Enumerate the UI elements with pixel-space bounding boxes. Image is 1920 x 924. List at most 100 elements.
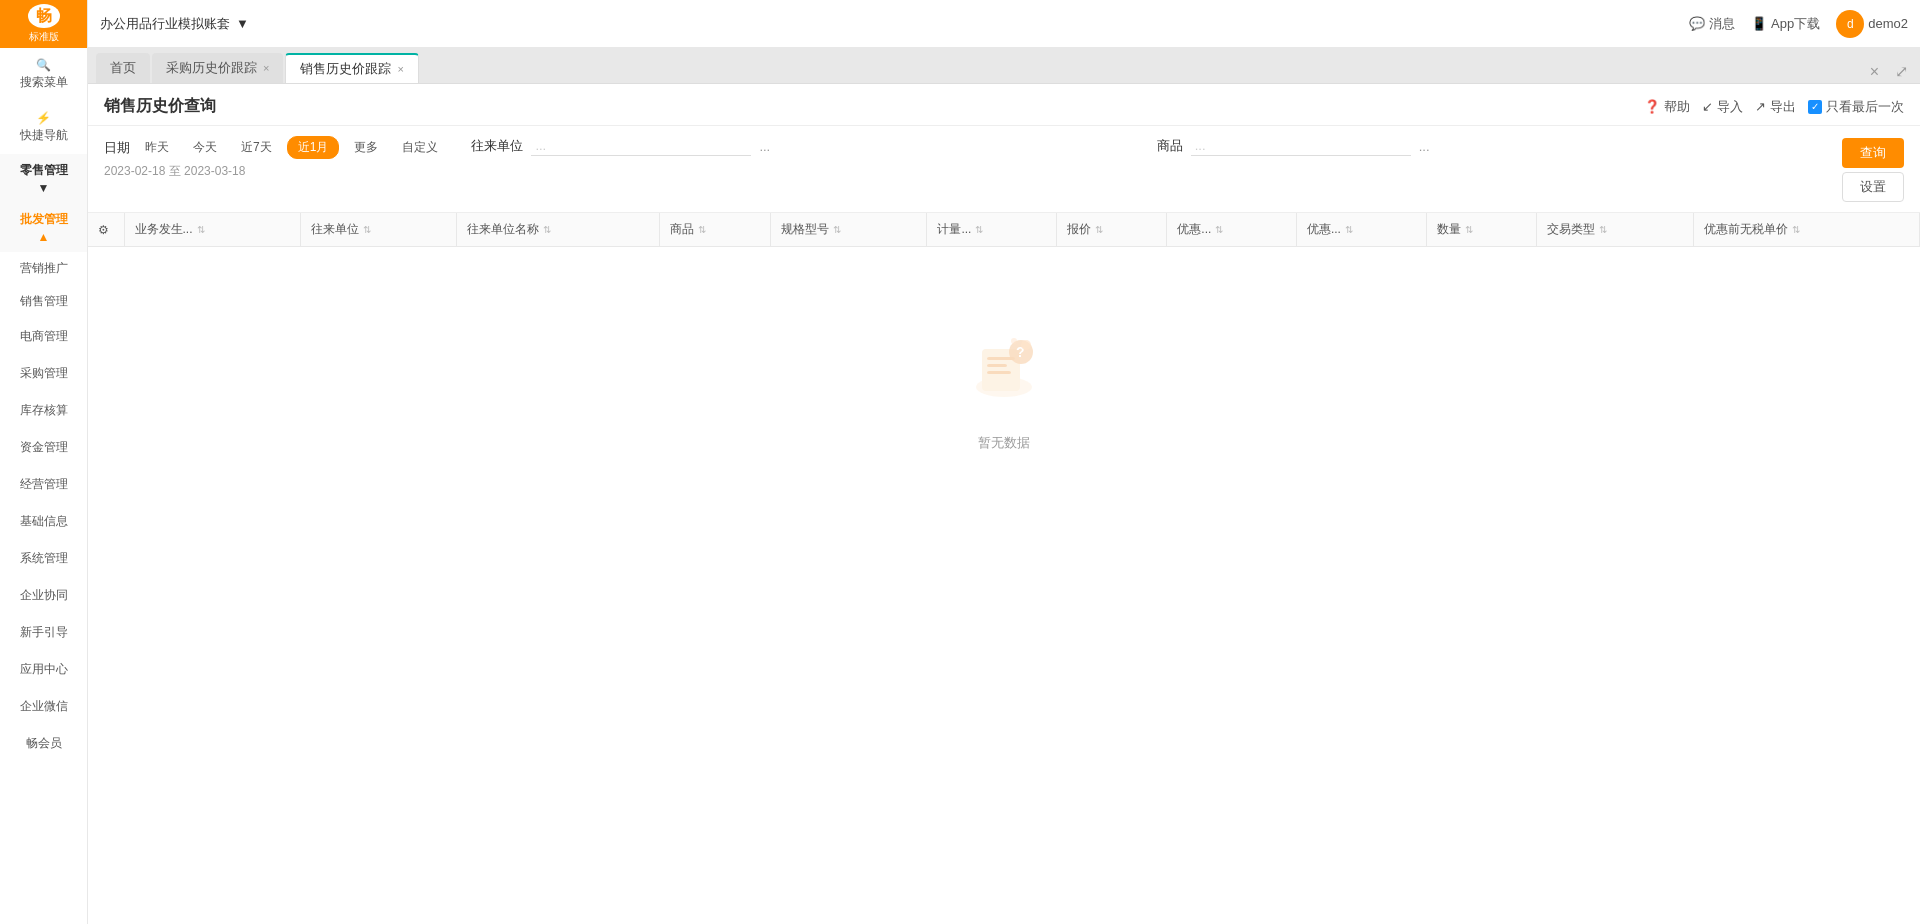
tab-sales-history[interactable]: 销售历史价跟踪 × <box>285 53 418 83</box>
table-container: ⚙ 业务发生... ⇅ 往来单位 ⇅ <box>88 213 1920 924</box>
sidebar-item-wechat[interactable]: 企业微信 <box>0 688 87 725</box>
wholesale-label: 批发管理 <box>20 211 68 228</box>
th-partner-name-label: 往来单位名称 <box>467 221 539 238</box>
sort-quote-icon: ⇅ <box>1095 224 1103 235</box>
inventory-label: 库存核算 <box>20 402 68 419</box>
sidebar-item-retail[interactable]: 零售管理 ▼ <box>0 154 87 203</box>
tab-sales-close-icon[interactable]: × <box>397 63 403 75</box>
sidebar-item-inventory[interactable]: 库存核算 <box>0 392 87 429</box>
th-trade-type[interactable]: 交易类型 ⇅ <box>1536 213 1693 247</box>
sidebar-item-enterprise-collab[interactable]: 企业协同 <box>0 577 87 614</box>
app-download-button[interactable]: 📱 App下载 <box>1751 15 1820 33</box>
sort-biz-date-icon: ⇅ <box>197 224 205 235</box>
partner-dots-button[interactable]: ... <box>759 139 770 154</box>
goods-input[interactable] <box>1191 136 1411 156</box>
filter-row: 日期 昨天 今天 近7天 近1月 更多 自定义 2023-02-18 至 202… <box>104 136 1904 202</box>
sidebar-item-finance[interactable]: 资金管理 <box>0 429 87 466</box>
sidebar-search-label: 搜索菜单 <box>20 74 68 91</box>
sidebar-item-basic-info[interactable]: 基础信息 <box>0 503 87 540</box>
tab-home[interactable]: 首页 <box>96 53 150 83</box>
date-btn-1month[interactable]: 近1月 <box>287 136 340 159</box>
sidebar-nav: 🔍 搜索菜单 ⚡ 快捷导航 零售管理 ▼ 批发管理 ▲ 营销推广 销售管理 电商… <box>0 48 87 924</box>
goods-dots-button[interactable]: ... <box>1419 139 1430 154</box>
svg-rect-3 <box>987 364 1007 367</box>
import-button[interactable]: ↙ 导入 <box>1702 98 1743 116</box>
partner-input[interactable] <box>531 136 751 156</box>
window-close-icon[interactable]: × <box>1866 61 1883 83</box>
logo-text: 标准版 <box>29 30 59 44</box>
help-button[interactable]: ❓ 帮助 <box>1644 98 1690 116</box>
sidebar-item-purchase[interactable]: 采购管理 <box>0 355 87 392</box>
tab-sales-history-label: 销售历史价跟踪 <box>300 60 391 78</box>
sidebar-item-sales[interactable]: 销售管理 <box>0 285 87 318</box>
th-spec-label: 规格型号 <box>781 221 829 238</box>
sort-discount2-icon: ⇅ <box>1345 224 1353 235</box>
th-unit-label: 计量... <box>937 221 971 238</box>
th-partner-code[interactable]: 往来单位 ⇅ <box>300 213 457 247</box>
sidebar-item-marketing[interactable]: 营销推广 <box>0 252 87 285</box>
th-biz-date[interactable]: 业务发生... ⇅ <box>124 213 300 247</box>
export-button[interactable]: ↗ 导出 <box>1755 98 1796 116</box>
sidebar-item-ecommerce[interactable]: 电商管理 <box>0 318 87 355</box>
window-controls: × ⤢ <box>1866 60 1912 83</box>
sidebar-item-guide[interactable]: 新手引导 <box>0 614 87 651</box>
finance-label: 资金管理 <box>20 439 68 456</box>
date-btn-more[interactable]: 更多 <box>345 136 387 159</box>
data-table: ⚙ 业务发生... ⇅ 往来单位 ⇅ <box>88 213 1920 247</box>
th-goods-label: 商品 <box>670 221 694 238</box>
date-range-display: 2023-02-18 至 2023-03-18 <box>104 163 447 180</box>
th-unit[interactable]: 计量... ⇅ <box>927 213 1057 247</box>
header-actions: ❓ 帮助 ↙ 导入 ↗ 导出 ✓ 只看最后一次 <box>1644 98 1904 116</box>
sidebar-item-wholesale[interactable]: 批发管理 ▲ <box>0 203 87 252</box>
window-maximize-icon[interactable]: ⤢ <box>1891 60 1912 83</box>
th-partner-code-label: 往来单位 <box>311 221 359 238</box>
sidebar-item-app-center[interactable]: 应用中心 <box>0 651 87 688</box>
th-pre-tax-price[interactable]: 优惠前无税单价 ⇅ <box>1693 213 1919 247</box>
table-header: ⚙ 业务发生... ⇅ 往来单位 ⇅ <box>88 213 1920 247</box>
content-area: 销售历史价查询 ❓ 帮助 ↙ 导入 ↗ 导出 ✓ 只看最后一次 <box>88 84 1920 924</box>
sidebar-item-member[interactable]: 畅会员 <box>0 725 87 762</box>
date-btn-custom[interactable]: 自定义 <box>393 136 447 159</box>
query-button[interactable]: 查询 <box>1842 138 1904 168</box>
sales-label: 销售管理 <box>20 293 68 310</box>
user-profile[interactable]: d demo2 <box>1836 10 1908 38</box>
date-filter-col: 日期 昨天 今天 近7天 近1月 更多 自定义 2023-02-18 至 202… <box>104 136 447 180</box>
sidebar-item-search[interactable]: 🔍 搜索菜单 <box>0 48 87 101</box>
retail-label: 零售管理 <box>20 162 68 179</box>
only-last-checkbox[interactable]: ✓ 只看最后一次 <box>1808 98 1904 116</box>
sidebar-item-quick-nav[interactable]: ⚡ 快捷导航 <box>0 101 87 154</box>
app-title: 办公用品行业模拟账套 <box>100 15 230 33</box>
topbar-dropdown-icon[interactable]: ▼ <box>236 16 249 31</box>
avatar: d <box>1836 10 1864 38</box>
th-discount2-label: 优惠... <box>1307 221 1341 238</box>
th-quote-label: 报价 <box>1067 221 1091 238</box>
settings-button[interactable]: 设置 <box>1842 172 1904 202</box>
message-button[interactable]: 💬 消息 <box>1689 15 1735 33</box>
th-partner-name[interactable]: 往来单位名称 ⇅ <box>457 213 660 247</box>
th-discount2[interactable]: 优惠... ⇅ <box>1296 213 1426 247</box>
goods-filter-label: 商品 <box>1157 137 1183 155</box>
operation-label: 经营管理 <box>20 476 68 493</box>
th-quote[interactable]: 报价 ⇅ <box>1057 213 1167 247</box>
topbar: 办公用品行业模拟账套 ▼ 💬 消息 📱 App下载 d demo2 <box>88 0 1920 48</box>
tab-purchase-history[interactable]: 采购历史价跟踪 × <box>152 53 283 83</box>
export-icon: ↗ <box>1755 99 1766 114</box>
date-btn-7days[interactable]: 近7天 <box>232 136 281 159</box>
th-discount1[interactable]: 优惠... ⇅ <box>1167 213 1297 247</box>
sidebar-item-operation[interactable]: 经营管理 <box>0 466 87 503</box>
sort-trade-type-icon: ⇅ <box>1599 224 1607 235</box>
th-spec[interactable]: 规格型号 ⇅ <box>770 213 927 247</box>
th-goods[interactable]: 商品 ⇅ <box>660 213 770 247</box>
sort-unit-icon: ⇅ <box>975 224 983 235</box>
tab-purchase-close-icon[interactable]: × <box>263 62 269 74</box>
th-settings[interactable]: ⚙ <box>88 213 124 247</box>
th-qty[interactable]: 数量 ⇅ <box>1426 213 1536 247</box>
partner-filter-col: 往来单位 ... <box>471 136 1132 156</box>
date-btn-today[interactable]: 今天 <box>184 136 226 159</box>
topbar-actions: 💬 消息 📱 App下载 d demo2 <box>1689 10 1908 38</box>
tab-home-label: 首页 <box>110 59 136 77</box>
app-logo: 畅 标准版 <box>0 0 87 48</box>
sidebar-item-system[interactable]: 系统管理 <box>0 540 87 577</box>
table-header-row: ⚙ 业务发生... ⇅ 往来单位 ⇅ <box>88 213 1920 247</box>
date-btn-yesterday[interactable]: 昨天 <box>136 136 178 159</box>
